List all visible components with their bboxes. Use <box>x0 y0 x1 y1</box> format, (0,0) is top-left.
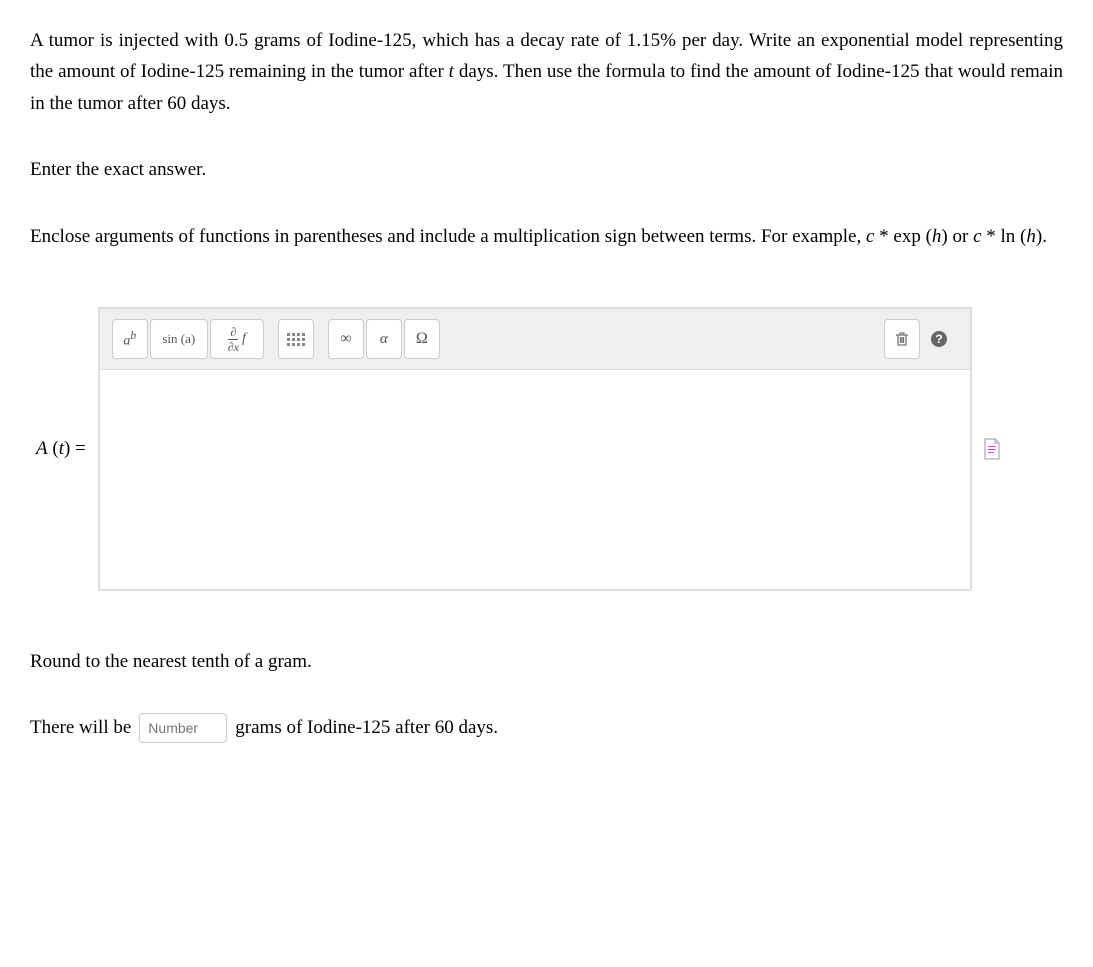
document-icon <box>983 438 1001 460</box>
infinity-icon: ∞ <box>340 330 351 348</box>
help-icon: ? <box>930 330 948 348</box>
instruction-enclose: Enclose arguments of functions in parent… <box>30 221 1063 252</box>
numeric-answer-row: There will be grams of Iodine-125 after … <box>30 713 1063 743</box>
infinity-button[interactable]: ∞ <box>328 319 364 359</box>
formula-input-row: A (t) = ab sin (a) ∂ ∂x f <box>30 307 1063 591</box>
superscript-button[interactable]: ab <box>112 319 148 359</box>
answer-prefix: There will be <box>30 717 131 739</box>
equation-editor: ab sin (a) ∂ ∂x f <box>98 307 972 591</box>
greek-upper-button[interactable]: Ω <box>404 319 440 359</box>
answer-suffix: grams of Iodine-125 after 60 days. <box>235 717 498 739</box>
equation-input-area[interactable] <box>100 370 970 589</box>
trash-icon <box>895 331 909 347</box>
clear-button[interactable] <box>884 319 920 359</box>
svg-text:?: ? <box>935 332 942 346</box>
greek-lower-button[interactable]: α <box>366 319 402 359</box>
matrix-button[interactable] <box>278 319 314 359</box>
grams-input[interactable] <box>139 713 227 743</box>
rounding-instruction: Round to the nearest tenth of a gram. <box>30 651 1063 673</box>
grid-icon <box>287 333 305 346</box>
omega-icon: Ω <box>416 330 428 348</box>
help-button[interactable]: ? <box>922 320 956 358</box>
alpha-icon: α <box>380 331 388 348</box>
trig-button[interactable]: sin (a) <box>150 319 208 359</box>
editor-toolbar: ab sin (a) ∂ ∂x f <box>100 309 970 370</box>
calculus-button[interactable]: ∂ ∂x f <box>210 319 264 359</box>
formula-label: A (t) = <box>36 438 86 460</box>
problem-statement: A tumor is injected with 0.5 grams of Io… <box>30 25 1063 119</box>
instruction-exact-answer: Enter the exact answer. <box>30 159 1063 181</box>
expand-editor-button[interactable] <box>982 437 1002 461</box>
